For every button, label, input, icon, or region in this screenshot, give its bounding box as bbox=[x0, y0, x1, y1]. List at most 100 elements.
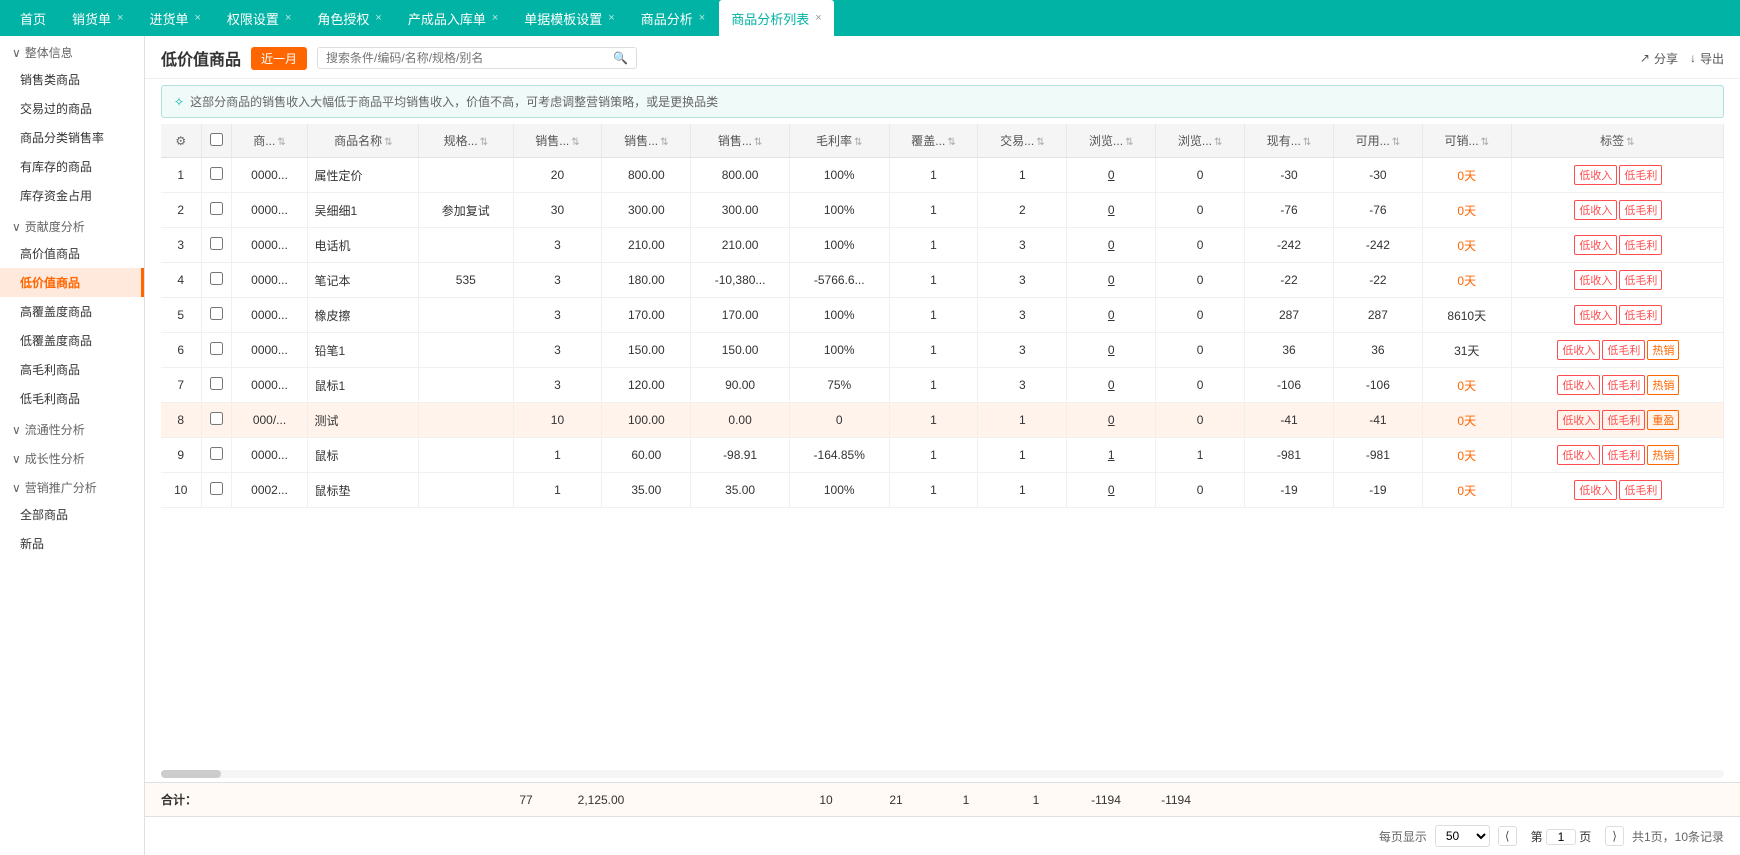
row-checkbox[interactable] bbox=[210, 272, 223, 285]
search-input[interactable] bbox=[326, 51, 607, 65]
row-current: -41 bbox=[1245, 403, 1334, 438]
views-link[interactable]: 1 bbox=[1108, 448, 1115, 462]
export-button[interactable]: ↓ 导出 bbox=[1690, 50, 1724, 67]
views-link[interactable]: 0 bbox=[1108, 273, 1115, 287]
sidebar-item-low-value[interactable]: 低价值商品 bbox=[0, 268, 144, 297]
nav-template-settings[interactable]: 单据模板设置 × bbox=[512, 0, 626, 36]
views-link[interactable]: 0 bbox=[1108, 343, 1115, 357]
close-icon[interactable]: × bbox=[608, 12, 614, 24]
sidebar-item-low-coverage[interactable]: 低覆盖度商品 bbox=[0, 326, 144, 355]
sidebar-item-stock-products[interactable]: 有库存的商品 bbox=[0, 152, 144, 181]
close-icon[interactable]: × bbox=[699, 12, 705, 24]
row-sales-amount: 170.00 bbox=[602, 298, 691, 333]
sidebar-item-low-margin[interactable]: 低毛利商品 bbox=[0, 384, 144, 413]
nav-purchase-order[interactable]: 进货单 × bbox=[137, 0, 212, 36]
sidebar-group-marketing[interactable]: ∨ 营销推广分析 bbox=[0, 471, 144, 500]
row-checkbox[interactable] bbox=[210, 377, 223, 390]
row-name: 鼠标 bbox=[308, 438, 419, 473]
row-code: 0000... bbox=[231, 368, 308, 403]
row-checkbox[interactable] bbox=[210, 342, 223, 355]
table-row: 2 0000... 吴细细1 参加复试 30 300.00 300.00 100… bbox=[161, 193, 1724, 228]
row-code: 000/... bbox=[231, 403, 308, 438]
sidebar-item-high-coverage[interactable]: 高覆盖度商品 bbox=[0, 297, 144, 326]
nav-sales-order[interactable]: 销货单 × bbox=[60, 0, 135, 36]
nav-permissions[interactable]: 权限设置 × bbox=[215, 0, 303, 36]
row-views1: 0 bbox=[1067, 403, 1156, 438]
row-sales-avg: 0.00 bbox=[691, 403, 790, 438]
row-sales-avg: 170.00 bbox=[691, 298, 790, 333]
sidebar-item-new-products[interactable]: 新品 bbox=[0, 529, 144, 558]
views-link[interactable]: 0 bbox=[1108, 168, 1115, 182]
row-spec: 535 bbox=[419, 263, 513, 298]
views-link[interactable]: 0 bbox=[1108, 238, 1115, 252]
column-settings[interactable]: ⚙ bbox=[161, 124, 201, 158]
per-page-select[interactable]: 50 20 100 bbox=[1435, 825, 1490, 847]
row-checkbox[interactable] bbox=[210, 237, 223, 250]
row-current: 287 bbox=[1245, 298, 1334, 333]
row-checkbox[interactable] bbox=[210, 482, 223, 495]
views-link[interactable]: 0 bbox=[1108, 203, 1115, 217]
nav-product-analysis-list[interactable]: 商品分析列表 × bbox=[719, 0, 833, 36]
sidebar-group-contribution[interactable]: ∨ 贡献度分析 bbox=[0, 210, 144, 239]
per-page-label: 每页显示 bbox=[1379, 828, 1427, 845]
views-link[interactable]: 0 bbox=[1108, 308, 1115, 322]
views-link[interactable]: 0 bbox=[1108, 378, 1115, 392]
close-icon[interactable]: × bbox=[375, 12, 381, 24]
row-coverage: 1 bbox=[889, 333, 978, 368]
sidebar-item-stock-capital[interactable]: 库存资金占用 bbox=[0, 181, 144, 210]
sidebar-item-all-products[interactable]: 全部商品 bbox=[0, 500, 144, 529]
row-sales-avg: 800.00 bbox=[691, 158, 790, 193]
nav-home[interactable]: 首页 bbox=[8, 0, 58, 36]
views-link[interactable]: 0 bbox=[1108, 413, 1115, 427]
chevron-down-icon: ∨ bbox=[12, 452, 21, 466]
close-icon[interactable]: × bbox=[194, 12, 200, 24]
views-link[interactable]: 0 bbox=[1108, 483, 1115, 497]
sidebar-item-category-sales-rate[interactable]: 商品分类销售率 bbox=[0, 123, 144, 152]
tag-label: 低收入 bbox=[1557, 410, 1600, 430]
row-checkbox[interactable] bbox=[210, 447, 223, 460]
sidebar-item-high-margin[interactable]: 高毛利商品 bbox=[0, 355, 144, 384]
sidebar-group-circulation[interactable]: ∨ 流通性分析 bbox=[0, 413, 144, 442]
page-number-input[interactable] bbox=[1546, 829, 1576, 845]
row-no: 1 bbox=[161, 158, 201, 193]
share-button[interactable]: ↗ 分享 bbox=[1640, 50, 1678, 67]
sidebar-group-growth[interactable]: ∨ 成长性分析 bbox=[0, 442, 144, 471]
row-sales-qty: 10 bbox=[513, 403, 602, 438]
row-no: 7 bbox=[161, 368, 201, 403]
nav-product-analysis[interactable]: 商品分析 × bbox=[629, 0, 717, 36]
sidebar-item-sales-products[interactable]: 销售类商品 bbox=[0, 65, 144, 94]
sidebar-item-traded-products[interactable]: 交易过的商品 bbox=[0, 94, 144, 123]
row-current: -242 bbox=[1245, 228, 1334, 263]
row-current: -106 bbox=[1245, 368, 1334, 403]
share-icon: ↗ bbox=[1640, 51, 1650, 65]
scroll-thumb[interactable] bbox=[161, 770, 221, 778]
content-area: 低价值商品 近一月 🔍 ↗ 分享 ↓ 导出 ✧ 这部分商品的销售收入大幅低于商品… bbox=[145, 36, 1740, 855]
row-gross-margin: -164.85% bbox=[789, 438, 889, 473]
select-all-checkbox[interactable] bbox=[210, 133, 223, 146]
sidebar-group-general[interactable]: ∨ 整体信息 bbox=[0, 36, 144, 65]
column-current: 现有...⇅ bbox=[1245, 124, 1334, 158]
sidebar-item-high-value[interactable]: 高价值商品 bbox=[0, 239, 144, 268]
horizontal-scrollbar[interactable] bbox=[161, 770, 1724, 778]
row-checkbox[interactable] bbox=[210, 412, 223, 425]
row-checkbox-cell bbox=[201, 193, 231, 228]
column-saleable: 可销...⇅ bbox=[1422, 124, 1511, 158]
nav-role-auth[interactable]: 角色授权 × bbox=[305, 0, 393, 36]
row-checkbox[interactable] bbox=[210, 307, 223, 320]
search-icon[interactable]: 🔍 bbox=[613, 51, 628, 65]
column-sales-qty: 销售...⇅ bbox=[513, 124, 602, 158]
tag-label: 低毛利 bbox=[1602, 375, 1645, 395]
time-filter-button[interactable]: 近一月 bbox=[251, 47, 307, 70]
close-icon[interactable]: × bbox=[285, 12, 291, 24]
row-spec bbox=[419, 368, 513, 403]
row-checkbox-cell bbox=[201, 158, 231, 193]
row-checkbox[interactable] bbox=[210, 202, 223, 215]
close-icon[interactable]: × bbox=[492, 12, 498, 24]
first-page-button[interactable]: ⟨ bbox=[1498, 826, 1517, 846]
close-icon[interactable]: × bbox=[117, 12, 123, 24]
row-name: 测试 bbox=[308, 403, 419, 438]
row-checkbox[interactable] bbox=[210, 167, 223, 180]
close-icon[interactable]: × bbox=[815, 12, 821, 24]
nav-product-in[interactable]: 产成品入库单 × bbox=[396, 0, 510, 36]
next-page-button[interactable]: ⟩ bbox=[1605, 826, 1624, 846]
